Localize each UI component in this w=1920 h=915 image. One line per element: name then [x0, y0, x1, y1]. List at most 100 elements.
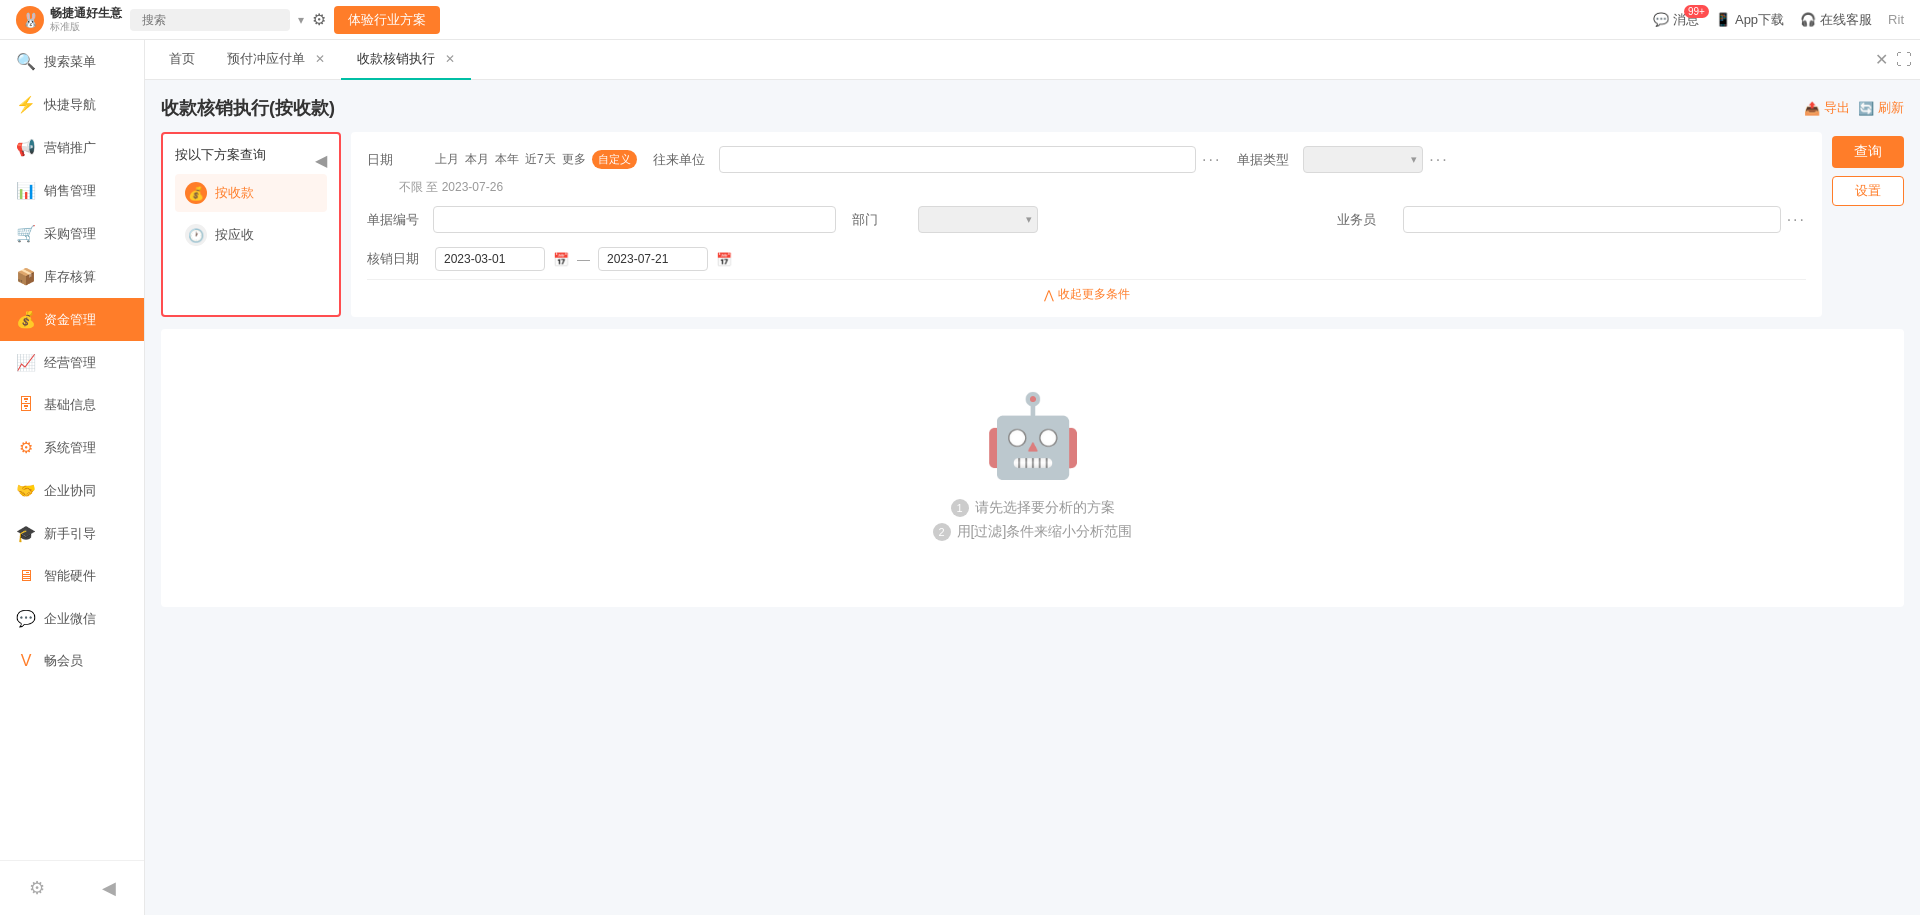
sidebar-icon: 📦 — [16, 267, 36, 286]
close-tab-button[interactable]: ✕ — [1875, 50, 1888, 69]
tab-close-icon[interactable]: ✕ — [445, 52, 455, 66]
staff-filter-item: 业务员 ··· — [1337, 206, 1806, 233]
calendar-end-icon[interactable]: 📅 — [716, 252, 732, 267]
sidebar-item-label: 采购管理 — [44, 225, 96, 243]
brand-logo: 🐰 — [16, 6, 44, 34]
date-custom-badge[interactable]: 自定义 — [592, 150, 637, 169]
filter-area: 按以下方案查询 ◀ 💰 按收款 🕐 按应收 — [161, 132, 1904, 317]
staff-more-icon[interactable]: ··· — [1787, 211, 1806, 229]
collapse-sidebar-icon[interactable]: ◀ — [98, 873, 120, 903]
date-more[interactable]: 更多 — [562, 151, 586, 168]
sidebar-item-快捷导航[interactable]: ⚡ 快捷导航 — [0, 83, 144, 126]
voucher-type-select[interactable] — [1303, 146, 1423, 173]
sidebar-item-企业微信[interactable]: 💬企业微信 — [0, 597, 144, 640]
tab-label: 收款核销执行 — [357, 50, 435, 68]
staff-input[interactable] — [1403, 206, 1781, 233]
dept-select[interactable] — [918, 206, 1038, 233]
write-off-date-item: 核销日期 📅 — 📅 — [367, 247, 732, 271]
filter-form-row-outer: 日期 上月 本月 本年 近7天 更多 自定义 — [351, 132, 1904, 317]
sidebar-item-经营管理[interactable]: 📈 经营管理 — [0, 341, 144, 384]
tab-收款核销执行[interactable]: 收款核销执行 ✕ — [341, 40, 471, 80]
sidebar-icon: ⚙ — [16, 438, 36, 457]
tab-预付冲应付单[interactable]: 预付冲应付单✕ — [211, 40, 341, 80]
search-input[interactable] — [130, 9, 290, 31]
sidebar-item-基础信息[interactable]: 🗄基础信息 — [0, 384, 144, 426]
sidebar-item-营销推广[interactable]: 📢营销推广 — [0, 126, 144, 169]
export-button[interactable]: 📤 导出 — [1804, 99, 1850, 117]
empty-tip-2: 2 用[过滤]条件来缩小分析范围 — [933, 523, 1133, 541]
sidebar-icon: 🎓 — [16, 524, 36, 543]
sidebar-item-资金管理[interactable]: 💰资金管理 — [0, 298, 144, 341]
expand-tab-button[interactable]: ⛶ — [1896, 51, 1912, 69]
sidebar-item-系统管理[interactable]: ⚙ 系统管理 — [0, 426, 144, 469]
sidebar-item-库存核算[interactable]: 📦库存核算 — [0, 255, 144, 298]
empty-robot-icon: 🤖 — [983, 389, 1083, 483]
empty-state: 🤖 1 请先选择要分析的方案 2 用[过滤]条件来缩小分析范围 — [161, 329, 1904, 607]
date-last-7-days[interactable]: 近7天 — [525, 151, 556, 168]
calendar-start-icon[interactable]: 📅 — [553, 252, 569, 267]
export-label: 导出 — [1824, 99, 1850, 117]
voucher-type-more-icon[interactable]: ··· — [1429, 151, 1448, 169]
sidebar-item-搜索菜单[interactable]: 🔍搜索菜单 — [0, 40, 144, 83]
top-bar: 🐰 畅捷通好生意 标准版 ▾ ⚙ 体验行业方案 💬 消息 99+ 📱 App下载… — [0, 0, 1920, 40]
sidebar-item-畅会员[interactable]: V 畅会员 — [0, 640, 144, 682]
user-name[interactable]: Rit — [1888, 12, 1904, 27]
tab-首页[interactable]: 首页 — [153, 40, 211, 80]
message-icon: 💬 — [1653, 12, 1669, 27]
industry-button[interactable]: 体验行业方案 — [334, 6, 440, 34]
settings-icon[interactable]: ⚙ — [312, 10, 326, 29]
message-button[interactable]: 💬 消息 99+ — [1653, 11, 1699, 29]
app-download-button[interactable]: 📱 App下载 — [1715, 11, 1784, 29]
filter-settings-button[interactable]: 设置 — [1832, 176, 1904, 206]
sidebar-icon: ⚡ — [16, 95, 36, 114]
tip-text-1: 请先选择要分析的方案 — [975, 499, 1115, 517]
sidebar-item-label: 快捷导航 — [44, 96, 96, 114]
sidebar-item-label: 新手引导 — [44, 525, 96, 543]
filter-option-by-receivable[interactable]: 🕐 按应收 — [175, 216, 327, 254]
action-buttons: 查询 设置 — [1832, 132, 1904, 206]
write-off-end-input[interactable] — [598, 247, 708, 271]
export-icon: 📤 — [1804, 101, 1820, 116]
filter-form-wrapper: 日期 上月 本月 本年 近7天 更多 自定义 — [351, 132, 1904, 317]
counterparty-more-icon[interactable]: ··· — [1202, 151, 1221, 169]
collapse-filter-icon[interactable]: ◀ — [315, 151, 327, 170]
sidebar-icon: 🔍 — [16, 52, 36, 71]
receipt-icon: 💰 — [185, 182, 207, 204]
empty-tip-1: 1 请先选择要分析的方案 — [951, 499, 1115, 517]
page-title: 收款核销执行(按收款) — [161, 96, 335, 120]
settings-bottom-icon[interactable]: ⚙ — [25, 873, 49, 903]
filter-option-by-receipt[interactable]: 💰 按收款 — [175, 174, 327, 212]
collapse-more-button[interactable]: ⋀ 收起更多条件 — [1044, 286, 1130, 303]
sidebar-item-label: 系统管理 — [44, 439, 96, 457]
sidebar-icon: 📈 — [16, 353, 36, 372]
sidebar-item-企业协同[interactable]: 🤝企业协同 — [0, 469, 144, 512]
counterparty-input[interactable] — [719, 146, 1196, 173]
chevron-down-icon[interactable]: ▾ — [298, 13, 304, 27]
sidebar-icon: V — [16, 652, 36, 670]
sidebar-item-label: 经营管理 — [44, 354, 96, 372]
message-badge: 99+ — [1684, 5, 1709, 18]
sidebar-item-销售管理[interactable]: 📊 销售管理 — [0, 169, 144, 212]
date-last-month[interactable]: 上月 — [435, 151, 459, 168]
voucher-no-input[interactable] — [433, 206, 836, 233]
sidebar-item-label: 销售管理 — [44, 182, 96, 200]
date-this-month[interactable]: 本月 — [465, 151, 489, 168]
tab-close-icon[interactable]: ✕ — [315, 52, 325, 66]
query-button[interactable]: 查询 — [1832, 136, 1904, 168]
online-service-button[interactable]: 🎧 在线客服 — [1800, 11, 1872, 29]
page-header-actions: 📤 导出 🔄 刷新 — [1804, 99, 1904, 117]
sidebar-item-采购管理[interactable]: 🛒采购管理 — [0, 212, 144, 255]
counterparty-filter-item: 往来单位 ··· — [653, 146, 1222, 173]
sidebar-icon: 🖥 — [16, 567, 36, 585]
voucher-no-filter-item: 单据编号 — [367, 206, 836, 233]
date-this-year[interactable]: 本年 — [495, 151, 519, 168]
refresh-button[interactable]: 🔄 刷新 — [1858, 99, 1904, 117]
sidebar-icon: 📊 — [16, 181, 36, 200]
sidebar-item-新手引导[interactable]: 🎓 新手引导 — [0, 512, 144, 555]
content-area: 首页预付冲应付单✕收款核销执行✕ ✕ ⛶ 收款核销执行(按收款) 📤 导出 🔄 — [145, 40, 1920, 915]
sidebar-item-智能硬件[interactable]: 🖥智能硬件 — [0, 555, 144, 597]
filter-sidebar: 按以下方案查询 ◀ 💰 按收款 🕐 按应收 — [161, 132, 341, 317]
write-off-start-input[interactable] — [435, 247, 545, 271]
sidebar-item-label: 畅会员 — [44, 652, 83, 670]
date-to: 至 2023-07-26 — [426, 180, 503, 194]
